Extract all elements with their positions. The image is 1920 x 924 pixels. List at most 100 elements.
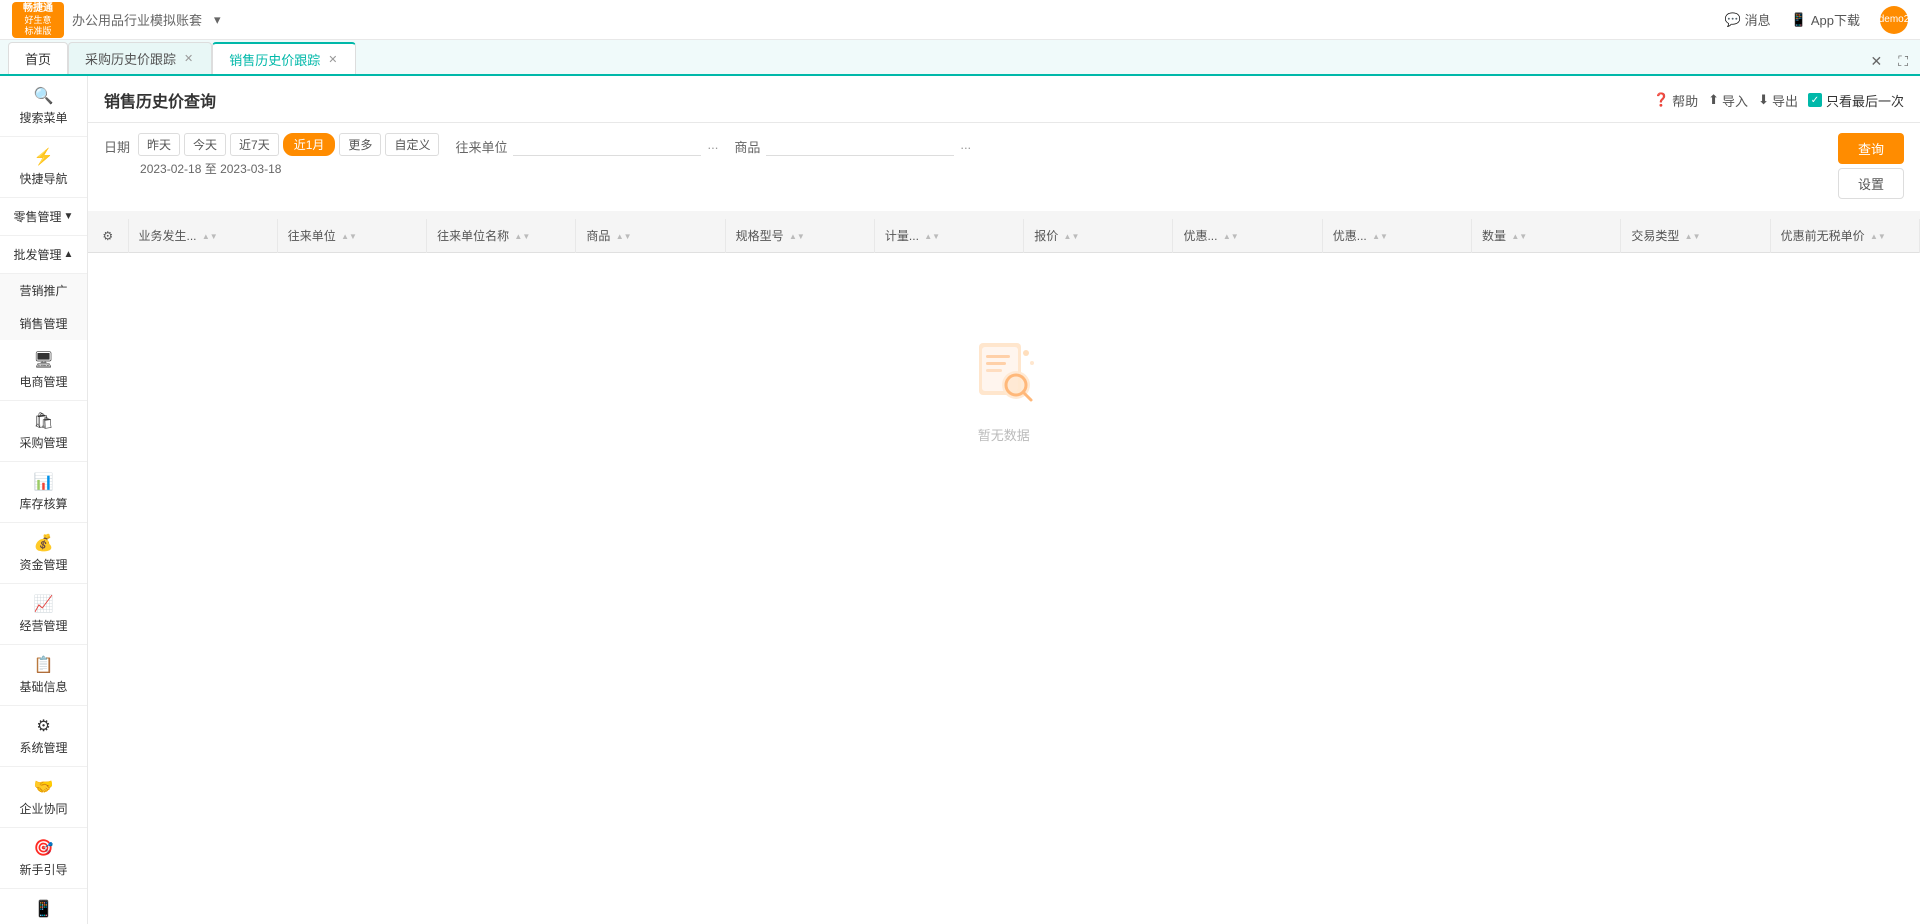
table-header: ⚙ 业务发生... ▲▼ 往来单位 ▲▼ 往来单位名称 ▲▼ [88,219,1920,253]
maximize-button[interactable]: ⛶ [1894,49,1912,74]
only-last-checkbox-label[interactable]: ✓ 只看最后一次 [1808,91,1904,110]
sidebar-label-sales-mgmt: 销售管理 [19,317,67,331]
goods-label: 商品 [734,133,760,156]
sidebar-label-ecommerce: 电商管理 [19,373,67,390]
help-icon: ❓ [1653,92,1669,108]
date-btn-1month[interactable]: 近1月 [283,133,336,156]
tab-sales-label: 销售历史价跟踪 [229,50,320,69]
sidebar-item-inventory[interactable]: 📊 库存核算 [0,462,87,523]
sidebar-item-wholesale[interactable]: 批发管理 ▲ [0,236,87,274]
sidebar-item-sales-mgmt[interactable]: 销售管理 [0,307,87,340]
sidebar-item-app-center[interactable]: 📱 应用中心 [0,889,87,924]
table-container: ⚙ 业务发生... ▲▼ 往来单位 ▲▼ 往来单位名称 ▲▼ [88,219,1920,924]
sidebar-item-ecommerce[interactable]: 🖥 电商管理 [0,340,87,401]
table-header-row: ⚙ 业务发生... ▲▼ 往来单位 ▲▼ 往来单位名称 ▲▼ [88,219,1920,253]
date-filter-group: 日期 昨天 今天 近7天 近1月 更多 自定义 2023-02-18 至 202… [104,133,439,177]
col-goods[interactable]: 商品 ▲▼ [576,219,725,253]
date-btn-7days[interactable]: 近7天 [230,133,279,156]
date-options: 昨天 今天 近7天 近1月 更多 自定义 2023-02-18 至 2023-0… [138,133,439,177]
help-button[interactable]: ❓ 帮助 [1653,91,1698,110]
chevron-down-icon: ▼ [64,211,74,222]
date-btn-custom[interactable]: 自定义 [385,133,439,156]
sidebar-item-purchase[interactable]: 🛍 采购管理 [0,401,87,462]
col-price[interactable]: 报价 ▲▼ [1024,219,1173,253]
sidebar-label-purchase: 采购管理 [19,434,67,451]
col-partner-name[interactable]: 往来单位名称 ▲▼ [427,219,576,253]
chevron-up-icon: ▲ [64,249,74,260]
partner-label: 往来单位 [455,133,507,156]
goods-input[interactable] [766,134,954,156]
date-btn-more[interactable]: 更多 [339,133,381,156]
empty-row: 暂无数据 [88,253,1920,525]
quick-nav-icon: ⚡ [34,147,54,167]
sidebar-label-system: 系统管理 [19,739,67,756]
app-center-icon: 📱 [34,899,54,919]
page-actions: ❓ 帮助 ⬆ 导入 ⬇ 导出 ✓ 只看最后一次 [1653,91,1904,110]
sidebar-item-marketing[interactable]: 营销推广 [0,274,87,307]
col-discount1[interactable]: 优惠... ▲▼ [1173,219,1322,253]
tab-sales-history[interactable]: 销售历史价跟踪 ✕ [212,42,356,74]
topbar-right: 💬 消息 📱 App下载 demo2 [1724,6,1908,34]
empty-text: 暂无数据 [978,425,1030,444]
page-title-row: 销售历史价查询 ❓ 帮助 ⬆ 导入 ⬇ 导出 ✓ [104,88,1904,122]
sidebar-label-search: 搜索菜单 [19,109,67,126]
sidebar-item-new-user[interactable]: 🎯 新手引导 [0,828,87,889]
goods-dots[interactable]: ... [960,137,971,152]
new-user-icon: 🎯 [34,838,54,858]
sidebar-label-new-user: 新手引导 [19,861,67,878]
sort-quantity: ▲▼ [1511,232,1527,241]
sidebar-item-search[interactable]: 🔍 搜索菜单 [0,76,87,137]
close-tab-button[interactable]: ✕ [1866,49,1886,74]
sidebar-item-basic-info[interactable]: 📋 基础信息 [0,645,87,706]
sidebar-item-operations[interactable]: 📈 经营管理 [0,584,87,645]
app-title-dropdown[interactable]: ▾ [214,12,221,28]
tabbar: 首页 采购历史价跟踪 ✕ 销售历史价跟踪 ✕ ✕ ⛶ [0,40,1920,76]
export-button[interactable]: ⬇ 导出 [1758,91,1798,110]
col-trade-type[interactable]: 交易类型 ▲▼ [1621,219,1770,253]
sidebar-item-quick-nav[interactable]: ⚡ 快捷导航 [0,137,87,198]
sort-unit: ▲▼ [924,232,940,241]
main-layout: 🔍 搜索菜单 ⚡ 快捷导航 零售管理 ▼ 批发管理 ▲ 营销推广 销售管理 🖥 … [0,76,1920,924]
col-settings[interactable]: ⚙ [88,219,128,253]
purchase-icon: 🛍 [33,411,53,431]
page-title: 销售历史价查询 [104,88,216,112]
col-spec[interactable]: 规格型号 ▲▼ [725,219,874,253]
sort-pretax-price: ▲▼ [1870,232,1886,241]
tab-home[interactable]: 首页 [8,42,68,74]
sidebar-item-finance[interactable]: 💰 资金管理 [0,523,87,584]
col-biz-date[interactable]: 业务发生... ▲▼ [128,219,277,253]
inventory-icon: 📊 [34,472,54,492]
date-btn-yesterday[interactable]: 昨天 [138,133,180,156]
app-download-button[interactable]: 📱 App下载 [1791,10,1860,29]
message-button[interactable]: 💬 消息 [1724,10,1770,29]
sort-partner-name: ▲▼ [514,232,530,241]
empty-state: 暂无数据 [88,253,1920,524]
user-profile[interactable]: demo2 [1880,6,1908,34]
col-partner-code[interactable]: 往来单位 ▲▼ [277,219,426,253]
only-last-checkbox[interactable]: ✓ [1808,93,1822,107]
partner-input[interactable] [513,134,701,156]
partner-dots[interactable]: ... [707,137,718,152]
tab-sales-close[interactable]: ✕ [326,52,339,67]
tab-purchase-history[interactable]: 采购历史价跟踪 ✕ [68,42,212,74]
col-discount2[interactable]: 优惠... ▲▼ [1322,219,1471,253]
sidebar-item-enterprise-coop[interactable]: 🤝 企业协同 [0,767,87,828]
sort-price: ▲▼ [1064,232,1080,241]
sidebar-label-basic-info: 基础信息 [19,678,67,695]
import-button[interactable]: ⬆ 导入 [1708,91,1748,110]
query-button[interactable]: 查询 [1838,133,1904,164]
tab-home-label: 首页 [25,49,51,68]
col-quantity[interactable]: 数量 ▲▼ [1472,219,1621,253]
basic-info-icon: 📋 [34,655,54,675]
col-unit[interactable]: 计量... ▲▼ [874,219,1023,253]
ecommerce-icon: 🖥 [33,350,53,370]
tab-purchase-close[interactable]: ✕ [182,51,195,66]
empty-icon [964,333,1044,413]
sidebar-item-system[interactable]: ⚙ 系统管理 [0,706,87,767]
table-body: 暂无数据 [88,253,1920,525]
sidebar-item-retail[interactable]: 零售管理 ▼ [0,198,87,236]
sidebar-label-enterprise-coop: 企业协同 [19,800,67,817]
settings-button[interactable]: 设置 [1838,168,1904,199]
col-pretax-price[interactable]: 优惠前无税单价 ▲▼ [1770,219,1919,253]
date-btn-today[interactable]: 今天 [184,133,226,156]
